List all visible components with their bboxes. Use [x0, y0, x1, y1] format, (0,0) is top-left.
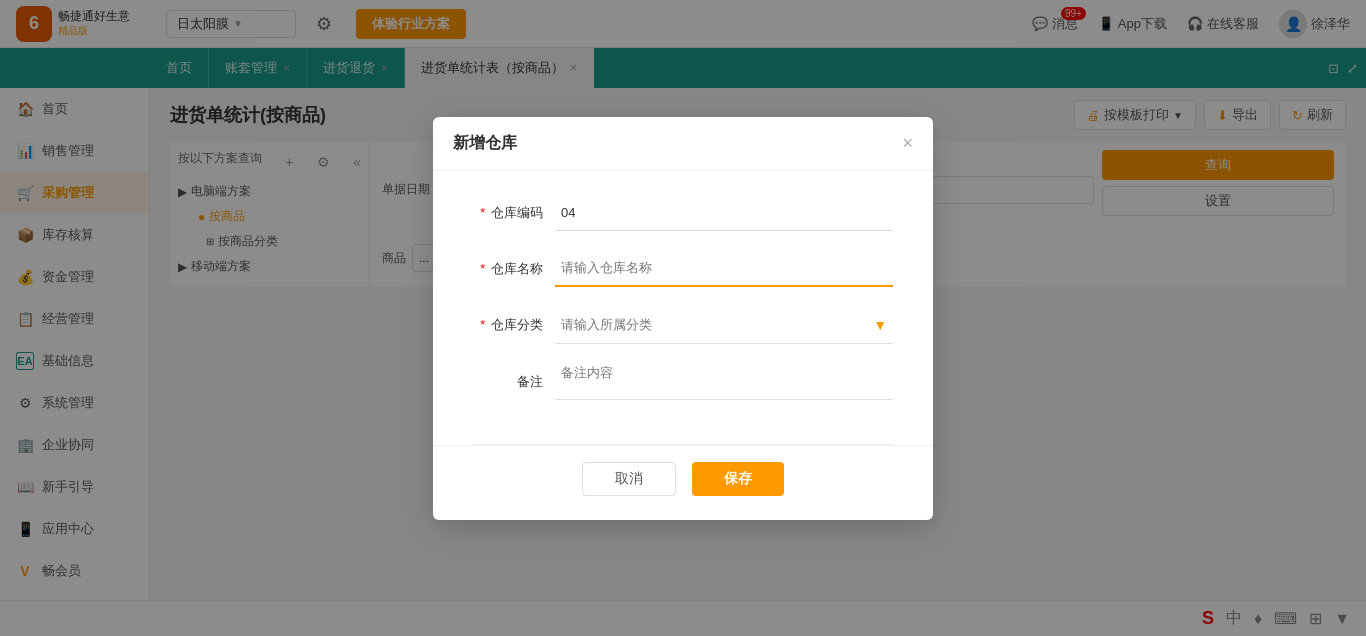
dialog-header: 新增仓库 × [433, 117, 933, 171]
form-row-category: * 仓库分类 ▼ [473, 307, 893, 344]
form-category-label: * 仓库分类 [473, 316, 543, 334]
warehouse-code-input[interactable] [555, 195, 893, 231]
warehouse-category-input[interactable] [555, 307, 873, 343]
warehouse-name-input[interactable] [555, 251, 893, 287]
form-code-label: * 仓库编码 [473, 204, 543, 222]
required-star-code: * [480, 205, 485, 220]
modal-overlay: 新增仓库 × * 仓库编码 * 仓库名称 [0, 0, 1366, 636]
dialog-title: 新增仓库 [453, 133, 517, 154]
cancel-button[interactable]: 取消 [582, 462, 676, 496]
dialog-footer: 取消 保存 [433, 445, 933, 520]
form-name-label: * 仓库名称 [473, 260, 543, 278]
warehouse-remark-input[interactable] [555, 364, 893, 400]
category-dropdown-arrow: ▼ [873, 317, 893, 333]
form-row-name: * 仓库名称 [473, 251, 893, 287]
form-row-remark: 备注 [473, 364, 893, 400]
save-button[interactable]: 保存 [692, 462, 784, 496]
warehouse-category-select[interactable]: ▼ [555, 307, 893, 344]
form-row-code: * 仓库编码 [473, 195, 893, 231]
required-star-category: * [480, 317, 485, 332]
new-warehouse-dialog: 新增仓库 × * 仓库编码 * 仓库名称 [433, 117, 933, 520]
dialog-body: * 仓库编码 * 仓库名称 * 仓库分类 [433, 171, 933, 444]
form-remark-label: 备注 [473, 373, 543, 391]
required-star-name: * [480, 261, 485, 276]
dialog-close-button[interactable]: × [902, 133, 913, 154]
